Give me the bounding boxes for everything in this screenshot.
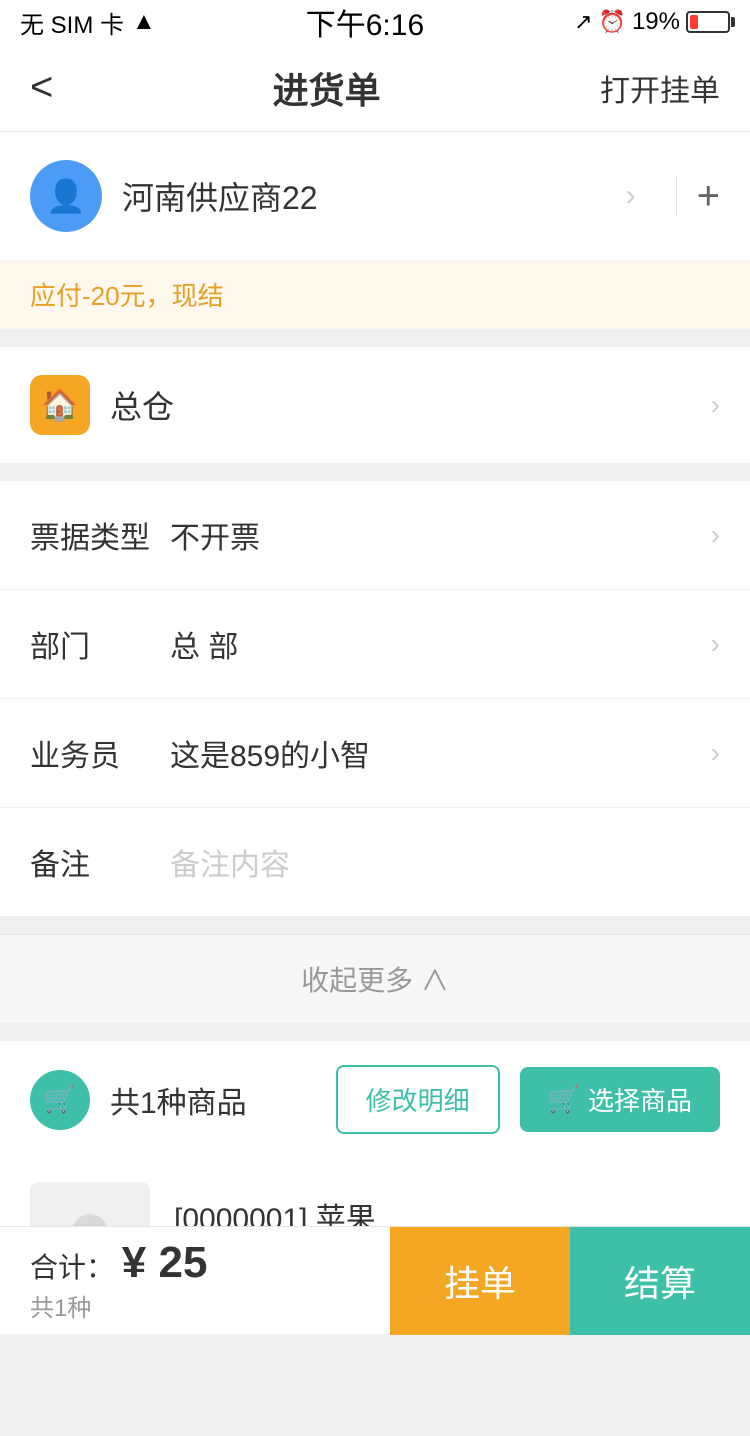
remark-row[interactable]: 备注 备注内容 — [0, 808, 750, 916]
invoice-type-row[interactable]: 票据类型 不开票 › — [0, 481, 750, 590]
settle-button[interactable]: 结算 — [570, 1227, 750, 1335]
carrier-label: 无 SIM 卡 — [20, 5, 124, 40]
warehouse-icon: 🏠 — [30, 375, 90, 435]
remark-label: 备注 — [30, 840, 170, 884]
warehouse-row[interactable]: 🏠 总仓 › — [0, 347, 750, 463]
status-right: ↗ ⏰ 19% — [574, 8, 730, 36]
nav-bar: < 进货单 打开挂单 — [0, 44, 750, 132]
form-section: 票据类型 不开票 › 部门 总 部 › 业务员 这是859的小智 › 备注 备注… — [0, 481, 750, 916]
supplier-chevron-icon: › — [626, 179, 636, 213]
remark-input[interactable]: 备注内容 — [170, 840, 720, 884]
supplier-section: 👤 河南供应商22 › + 应付-20元，现结 — [0, 132, 750, 329]
products-header: 🛒 共1种商品 修改明细 🛒 选择商品 — [0, 1041, 750, 1158]
shopping-icon: 🛒 — [44, 1084, 76, 1115]
total-section: 合计： ¥ 25 共1种 — [0, 1238, 390, 1323]
department-chevron-icon: › — [711, 628, 720, 660]
supplier-divider — [676, 176, 677, 216]
battery-percent: 19% — [632, 8, 680, 36]
bottom-spacer — [0, 1328, 750, 1436]
total-amount: ¥ 25 — [122, 1238, 208, 1287]
department-value: 总 部 — [170, 622, 711, 666]
salesperson-row[interactable]: 业务员 这是859的小智 › — [0, 699, 750, 808]
salesperson-chevron-icon: › — [711, 737, 720, 769]
supplier-row[interactable]: 👤 河南供应商22 › + — [0, 132, 750, 260]
salesperson-value: 这是859的小智 — [170, 731, 711, 775]
status-time: 下午6:16 — [306, 0, 424, 44]
hang-button[interactable]: 挂单 — [390, 1227, 570, 1335]
gps-icon: ↗ — [574, 9, 592, 35]
products-icon: 🛒 — [30, 1070, 90, 1130]
select-product-button[interactable]: 🛒 选择商品 — [520, 1067, 720, 1132]
total-label: 合计： — [30, 1252, 114, 1283]
add-product-icon: 🛒 — [548, 1084, 580, 1115]
alarm-icon: ⏰ — [599, 9, 626, 35]
wifi-icon: ▲ — [132, 8, 156, 36]
department-row[interactable]: 部门 总 部 › — [0, 590, 750, 699]
status-bar: 无 SIM 卡 ▲ 下午6:16 ↗ ⏰ 19% — [0, 0, 750, 44]
warehouse-name: 总仓 — [110, 382, 711, 428]
total-row: 合计： ¥ 25 — [30, 1238, 360, 1288]
products-count: 共1种商品 — [110, 1078, 316, 1122]
edit-detail-button[interactable]: 修改明细 — [336, 1065, 500, 1134]
house-icon: 🏠 — [41, 388, 78, 423]
supplier-avatar: 👤 — [30, 160, 102, 232]
status-left: 无 SIM 卡 ▲ — [20, 5, 156, 40]
invoice-type-value: 不开票 — [170, 513, 711, 557]
invoice-chevron-icon: › — [711, 519, 720, 551]
salesperson-label: 业务员 — [30, 731, 170, 775]
add-button[interactable]: + — [697, 174, 720, 219]
supplier-actions: › + — [626, 174, 720, 219]
back-button[interactable]: < — [30, 65, 53, 110]
page-title: 进货单 — [273, 62, 381, 114]
invoice-type-label: 票据类型 — [30, 513, 170, 557]
total-count: 共1种 — [30, 1288, 360, 1323]
bottom-bar: 合计： ¥ 25 共1种 挂单 结算 — [0, 1226, 750, 1334]
battery-icon — [686, 11, 730, 33]
avatar-icon: 👤 — [46, 177, 86, 215]
department-label: 部门 — [30, 622, 170, 666]
warehouse-chevron-icon: › — [711, 389, 720, 421]
open-hang-button[interactable]: 打开挂单 — [600, 66, 720, 110]
supplier-name: 河南供应商22 — [122, 173, 626, 219]
warehouse-section[interactable]: 🏠 总仓 › — [0, 347, 750, 463]
notice-bar: 应付-20元，现结 — [0, 260, 750, 329]
collapse-bar[interactable]: 收起更多 ∧ — [0, 934, 750, 1023]
